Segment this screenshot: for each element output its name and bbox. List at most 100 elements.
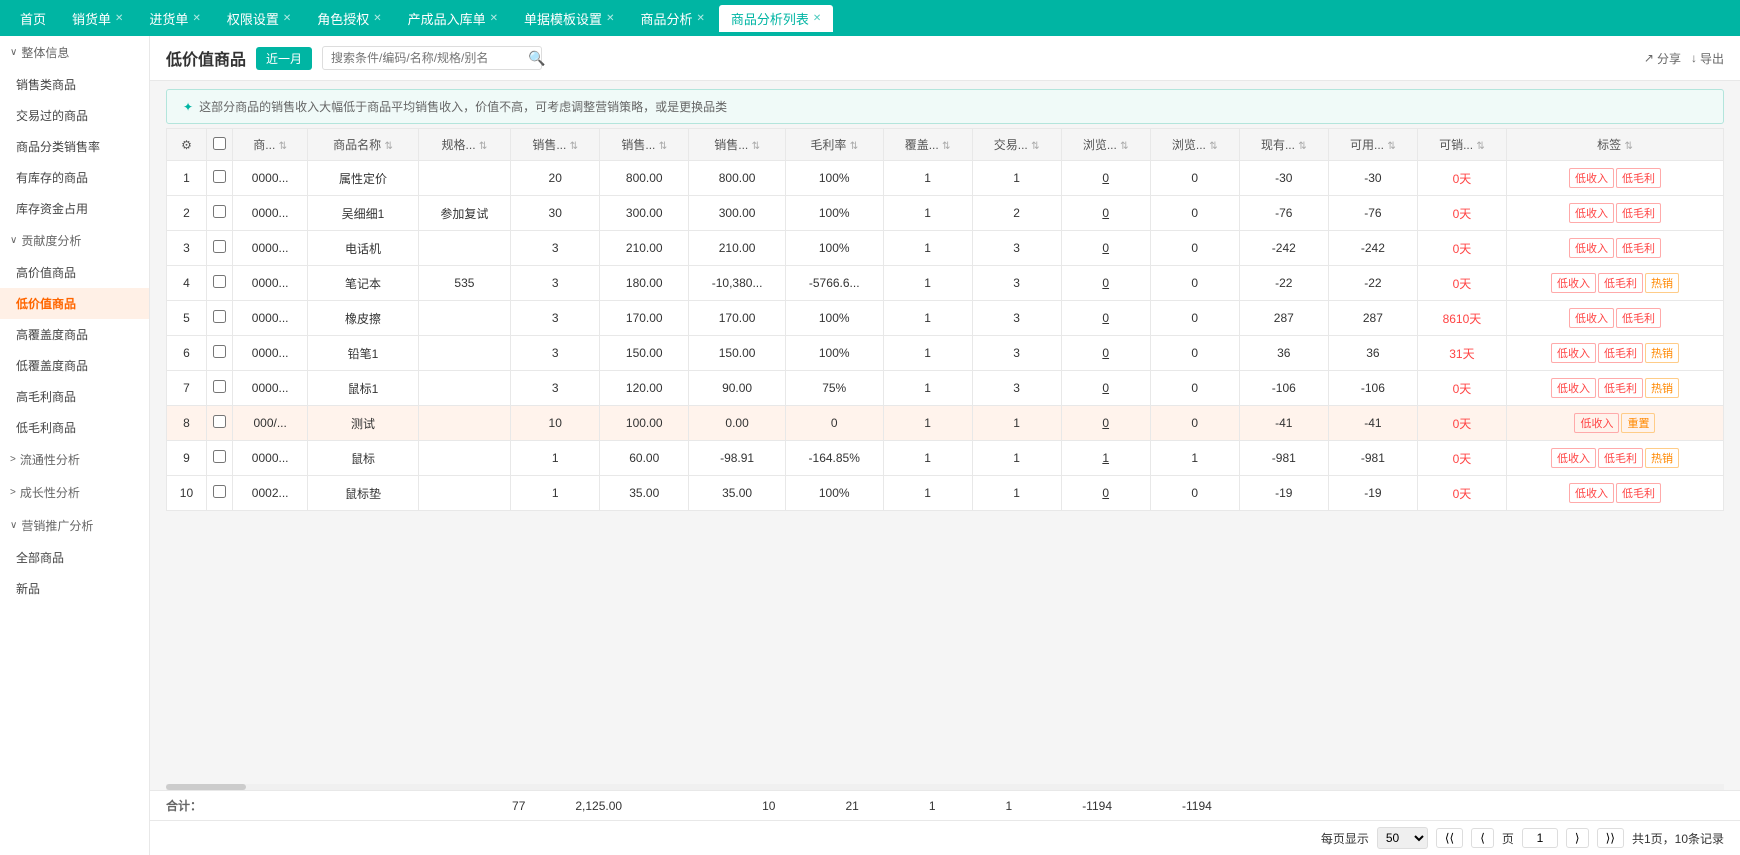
nav-product-analysis-list[interactable]: 商品分析列表 ✕ xyxy=(719,5,833,32)
col-settings[interactable]: ⚙ xyxy=(167,129,207,161)
close-icon[interactable]: ✕ xyxy=(606,13,614,24)
col-current-stock[interactable]: 现有... ⇅ xyxy=(1239,129,1328,161)
close-icon[interactable]: ✕ xyxy=(813,13,821,24)
cell-checkbox[interactable] xyxy=(206,371,232,406)
row-checkbox[interactable] xyxy=(213,485,226,498)
cell-sale-qty: 20 xyxy=(511,161,600,196)
sidebar-item-high-coverage[interactable]: 高覆盖度商品 xyxy=(0,319,149,350)
search-input[interactable] xyxy=(322,46,542,70)
cell-view1[interactable]: 0 xyxy=(1061,406,1150,441)
cell-checkbox[interactable] xyxy=(206,336,232,371)
cell-view1[interactable]: 0 xyxy=(1061,196,1150,231)
tag-badge: 热销 xyxy=(1645,343,1679,363)
close-icon[interactable]: ✕ xyxy=(115,13,123,24)
nav-permission[interactable]: 权限设置 ✕ xyxy=(215,5,303,32)
close-icon[interactable]: ✕ xyxy=(283,13,291,24)
sidebar-item-low-margin[interactable]: 低毛利商品 xyxy=(0,412,149,443)
first-page-button[interactable]: ⟨⟨ xyxy=(1436,828,1463,848)
col-sale-qty[interactable]: 销售... ⇅ xyxy=(511,129,600,161)
cell-checkbox[interactable] xyxy=(206,196,232,231)
sidebar-item-traded-goods[interactable]: 交易过的商品 xyxy=(0,100,149,131)
row-checkbox[interactable] xyxy=(213,380,226,393)
row-checkbox[interactable] xyxy=(213,450,226,463)
sidebar-group-growth[interactable]: > 成长性分析 xyxy=(0,476,149,509)
cell-num: 1 xyxy=(167,161,207,196)
col-coverage[interactable]: 覆盖... ⇅ xyxy=(883,129,972,161)
cell-view1[interactable]: 0 xyxy=(1061,301,1150,336)
sidebar-item-low-value[interactable]: 低价值商品 xyxy=(0,288,149,319)
close-icon[interactable]: ✕ xyxy=(373,13,381,24)
col-tags[interactable]: 标签 ⇅ xyxy=(1506,129,1723,161)
sidebar: ∨ 整体信息 销售类商品 交易过的商品 商品分类销售率 有库存的商品 库存资金占… xyxy=(0,36,150,855)
sidebar-group-general[interactable]: ∨ 整体信息 xyxy=(0,36,149,69)
close-icon[interactable]: ✕ xyxy=(696,13,704,24)
cell-view1[interactable]: 0 xyxy=(1061,371,1150,406)
share-button[interactable]: ↗ 分享 xyxy=(1644,50,1681,67)
export-button[interactable]: ↓ 导出 xyxy=(1691,50,1724,67)
col-saleable[interactable]: 可销... ⇅ xyxy=(1417,129,1506,161)
row-checkbox[interactable] xyxy=(213,170,226,183)
cell-checkbox[interactable] xyxy=(206,301,232,336)
nav-purchase-order[interactable]: 进货单 ✕ xyxy=(137,5,212,32)
row-checkbox[interactable] xyxy=(213,275,226,288)
col-code[interactable]: 商... ⇅ xyxy=(232,129,307,161)
col-available[interactable]: 可用... ⇅ xyxy=(1328,129,1417,161)
last-page-button[interactable]: ⟩⟩ xyxy=(1597,828,1624,848)
col-view2[interactable]: 浏览... ⇅ xyxy=(1150,129,1239,161)
col-name[interactable]: 商品名称 ⇅ xyxy=(308,129,418,161)
row-checkbox[interactable] xyxy=(213,345,226,358)
cell-view1[interactable]: 0 xyxy=(1061,231,1150,266)
cell-view1[interactable]: 0 xyxy=(1061,161,1150,196)
sidebar-item-low-coverage[interactable]: 低覆盖度商品 xyxy=(0,350,149,381)
col-sale-amount[interactable]: 销售... ⇅ xyxy=(689,129,786,161)
cell-view1[interactable]: 1 xyxy=(1061,441,1150,476)
cell-checkbox[interactable] xyxy=(206,161,232,196)
sidebar-item-sales-goods[interactable]: 销售类商品 xyxy=(0,69,149,100)
per-page-select[interactable]: 50 100 200 xyxy=(1377,827,1428,849)
sidebar-item-high-margin[interactable]: 高毛利商品 xyxy=(0,381,149,412)
col-trade[interactable]: 交易... ⇅ xyxy=(972,129,1061,161)
cell-checkbox[interactable] xyxy=(206,231,232,266)
filter-recent-month[interactable]: 近一月 xyxy=(256,47,312,70)
col-spec[interactable]: 规格... ⇅ xyxy=(418,129,511,161)
col-checkbox[interactable] xyxy=(206,129,232,161)
sidebar-group-contribution[interactable]: ∨ 贡献度分析 xyxy=(0,224,149,257)
next-page-button[interactable]: ⟩ xyxy=(1566,828,1589,848)
row-checkbox[interactable] xyxy=(213,205,226,218)
sidebar-item-all-goods[interactable]: 全部商品 xyxy=(0,542,149,573)
col-gross-margin[interactable]: 毛利率 ⇅ xyxy=(785,129,883,161)
sidebar-item-stocked-goods[interactable]: 有库存的商品 xyxy=(0,162,149,193)
cell-view1[interactable]: 0 xyxy=(1061,266,1150,301)
row-checkbox[interactable] xyxy=(213,415,226,428)
row-checkbox[interactable] xyxy=(213,310,226,323)
prev-page-button[interactable]: ⟨ xyxy=(1471,828,1494,848)
row-checkbox[interactable] xyxy=(213,240,226,253)
col-view1[interactable]: 浏览... ⇅ xyxy=(1061,129,1150,161)
nav-product-analysis[interactable]: 商品分析 ✕ xyxy=(628,5,716,32)
sidebar-item-new-goods[interactable]: 新品 xyxy=(0,573,149,604)
nav-template[interactable]: 单据模板设置 ✕ xyxy=(512,5,626,32)
col-sale-price[interactable]: 销售... ⇅ xyxy=(600,129,689,161)
page-number-input[interactable] xyxy=(1522,828,1558,848)
close-icon[interactable]: ✕ xyxy=(192,13,200,24)
cell-view1[interactable]: 0 xyxy=(1061,476,1150,511)
nav-sales-order[interactable]: 销货单 ✕ xyxy=(60,5,135,32)
select-all-checkbox[interactable] xyxy=(213,137,226,150)
sidebar-group-liquidity[interactable]: > 流通性分析 xyxy=(0,443,149,476)
search-button[interactable]: 🔍 xyxy=(528,50,545,67)
cell-checkbox[interactable] xyxy=(206,476,232,511)
nav-product-in[interactable]: 产成品入库单 ✕ xyxy=(396,5,510,32)
sidebar-item-category-sales-rate[interactable]: 商品分类销售率 xyxy=(0,131,149,162)
table-area[interactable]: ⚙ 商... ⇅ 商品名称 ⇅ 规格... ⇅ 销售... ⇅ 销售... ⇅ … xyxy=(150,128,1740,784)
close-icon[interactable]: ✕ xyxy=(490,13,498,24)
cell-checkbox[interactable] xyxy=(206,441,232,476)
cell-view1[interactable]: 0 xyxy=(1061,336,1150,371)
sidebar-item-stock-funds[interactable]: 库存资金占用 xyxy=(0,193,149,224)
nav-home[interactable]: 首页 xyxy=(8,5,58,32)
cell-view2: 0 xyxy=(1150,266,1239,301)
nav-role-auth[interactable]: 角色授权 ✕ xyxy=(305,5,393,32)
sidebar-item-high-value[interactable]: 高价值商品 xyxy=(0,257,149,288)
cell-checkbox[interactable] xyxy=(206,266,232,301)
sidebar-group-marketing[interactable]: ∨ 营销推广分析 xyxy=(0,509,149,542)
cell-checkbox[interactable] xyxy=(206,406,232,441)
